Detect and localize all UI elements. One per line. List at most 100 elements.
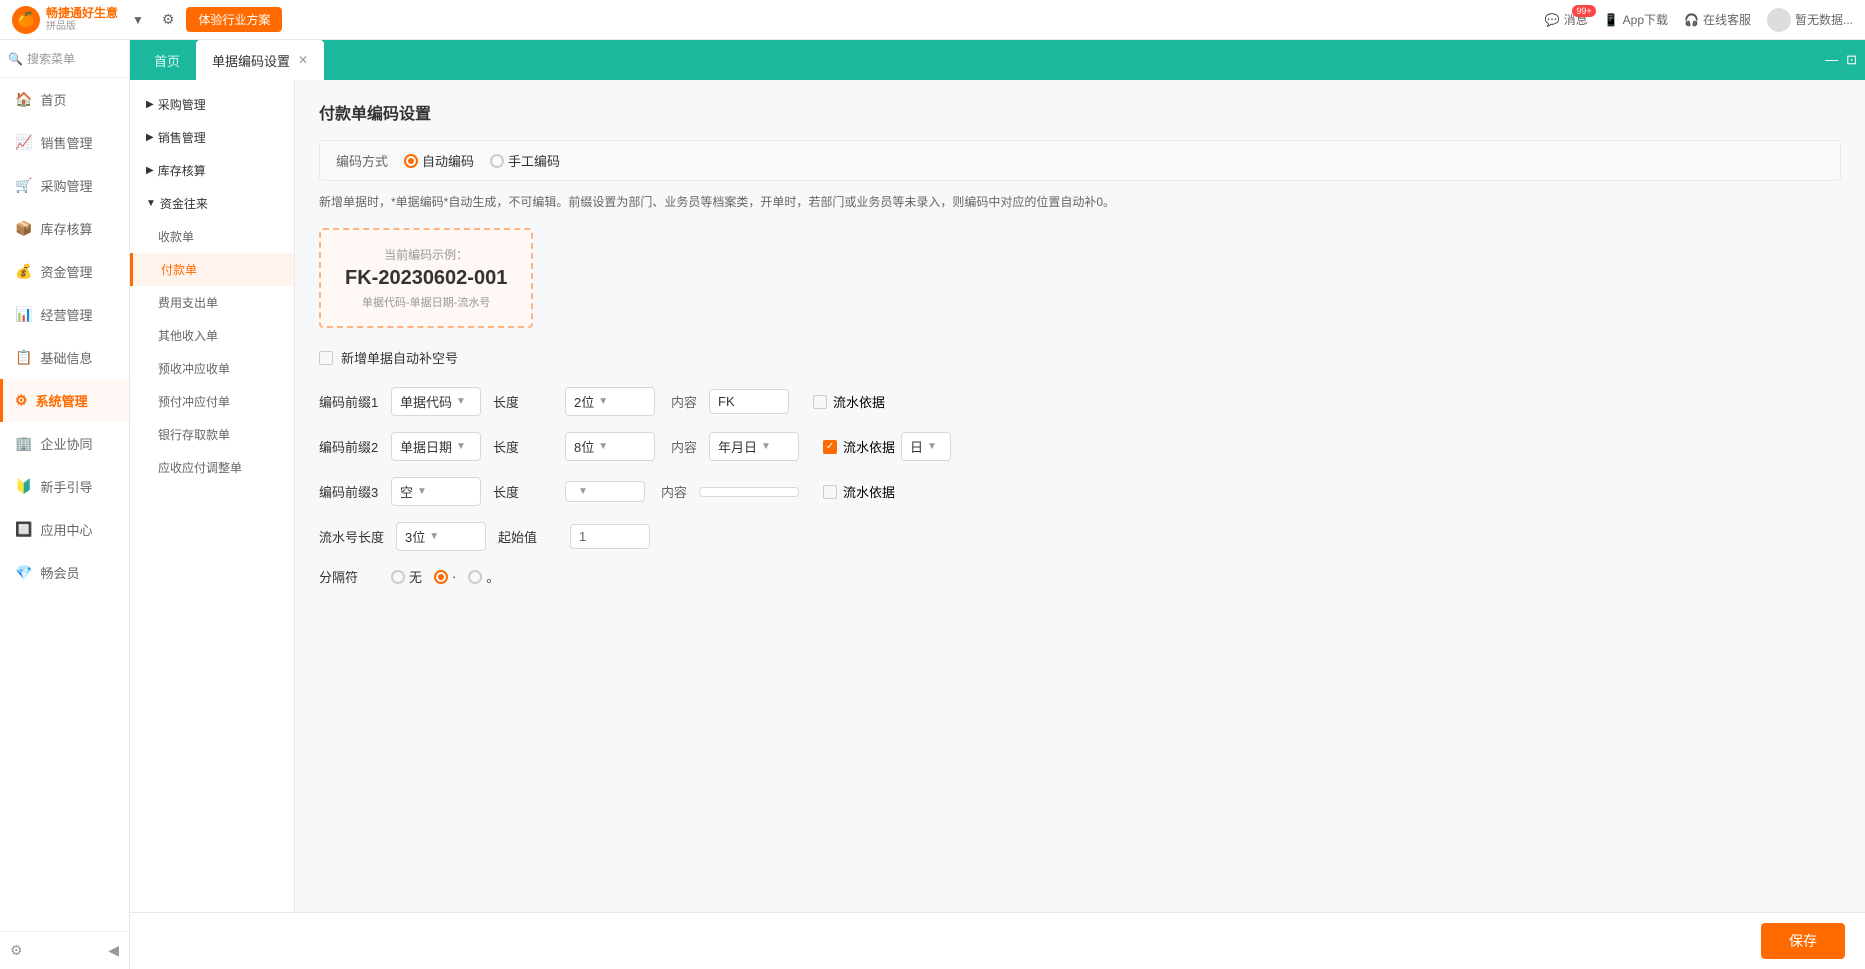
triangle-icon: ▶ bbox=[146, 132, 154, 143]
sec-expense[interactable]: 费用支出单 bbox=[130, 286, 294, 319]
start-input[interactable] bbox=[570, 524, 650, 549]
brand-text: 畅捷通好生意 拼品版 bbox=[46, 6, 118, 32]
save-button[interactable]: 保存 bbox=[1761, 923, 1845, 959]
tab-minimize-icon[interactable]: — bbox=[1825, 52, 1838, 68]
sep-none-option[interactable]: 无 bbox=[391, 567, 422, 586]
sidebar-settings-icon[interactable]: ⚙ bbox=[10, 942, 23, 959]
page-title: 付款单编码设置 bbox=[319, 100, 1841, 124]
tab-home[interactable]: 首页 bbox=[138, 40, 196, 80]
content2-select[interactable]: 年月日 ▼ bbox=[709, 432, 799, 461]
sidebar-item-purchase[interactable]: 🛒 采购管理 bbox=[0, 164, 129, 207]
auto-fill-checkbox[interactable] bbox=[319, 351, 333, 365]
serial2-label: 流水依据 bbox=[843, 437, 895, 456]
sep-dot-option[interactable]: 。 bbox=[468, 567, 499, 586]
sec-bank-deposit[interactable]: 银行存取款单 bbox=[130, 418, 294, 451]
prefix2-select[interactable]: 单据日期 ▼ bbox=[391, 432, 481, 461]
sec-purchase-mgmt[interactable]: ▶ 采购管理 bbox=[130, 88, 294, 121]
len3-arrow-icon: ▼ bbox=[578, 486, 588, 497]
content2-label: 内容 bbox=[671, 437, 697, 456]
serial3-group: 流水依据 bbox=[823, 482, 895, 501]
sidebar-collapse-icon[interactable]: ◀ bbox=[108, 942, 119, 959]
sec-other-income[interactable]: 其他收入单 bbox=[130, 319, 294, 352]
search-icon: 🔍 bbox=[8, 52, 23, 66]
sec-stock-mgmt[interactable]: ▶ 库存核算 bbox=[130, 154, 294, 187]
sidebar-item-inventory[interactable]: 📦 库存核算 bbox=[0, 207, 129, 250]
sidebar-item-apps[interactable]: 🔲 应用中心 bbox=[0, 508, 129, 551]
sidebar-item-operations[interactable]: 📊 经营管理 bbox=[0, 293, 129, 336]
sidebar-item-system[interactable]: ⚙ 系统管理 bbox=[0, 379, 129, 422]
serial2-period-select[interactable]: 日 ▼ bbox=[901, 432, 951, 461]
auto-encoding-option[interactable]: 自动编码 bbox=[404, 151, 474, 170]
sidebar: 🔍 搜索菜单 🏠 首页 📈 销售管理 🛒 采购管理 📦 库存核算 💰 bbox=[0, 40, 130, 969]
sec-receipt[interactable]: 收款单 bbox=[130, 220, 294, 253]
prefix1-arrow-icon: ▼ bbox=[456, 396, 466, 407]
tab-close-icon[interactable]: ✕ bbox=[298, 53, 308, 67]
len1-label: 长度 bbox=[493, 392, 553, 411]
secondary-sidebar: ▶ 采购管理 ▶ 销售管理 ▶ 库存核算 ▼ 资金往来 收款单 bbox=[130, 80, 295, 912]
sec-prepay-pay[interactable]: 预付冲应付单 bbox=[130, 385, 294, 418]
app-download-button[interactable]: 📱 App下载 bbox=[1604, 11, 1668, 28]
len2-label: 长度 bbox=[493, 437, 553, 456]
online-service-button[interactable]: 🎧 在线客服 bbox=[1684, 11, 1751, 28]
avatar bbox=[1767, 8, 1791, 32]
apps-icon: 🔲 bbox=[15, 521, 32, 538]
topbar-dropdown[interactable]: ▼ bbox=[126, 11, 150, 29]
topbar-nav: ▼ ⚙ 体验行业方案 bbox=[126, 7, 282, 32]
app-icon: 📱 bbox=[1604, 13, 1619, 27]
sec-prepay-recv[interactable]: 预收冲应收单 bbox=[130, 352, 294, 385]
sep-dash-option[interactable]: · bbox=[434, 569, 456, 584]
message-button[interactable]: 💬 消息 99+ bbox=[1545, 11, 1588, 28]
serial2-checkbox[interactable]: ✓ bbox=[823, 440, 837, 454]
brand: 🍊 畅捷通好生意 拼品版 bbox=[12, 6, 118, 34]
len1-select[interactable]: 2位 ▼ bbox=[565, 387, 655, 416]
topbar-gear-icon[interactable]: ⚙ bbox=[156, 9, 181, 30]
tab-maximize-icon[interactable]: ⊡ bbox=[1846, 52, 1857, 68]
prefix3-select[interactable]: 空 ▼ bbox=[391, 477, 481, 506]
auto-fill-label: 新增单据自动补空号 bbox=[341, 348, 458, 367]
len2-select[interactable]: 8位 ▼ bbox=[565, 432, 655, 461]
sales-icon: 📈 bbox=[15, 134, 32, 151]
encoding-method-row: 编码方式 自动编码 手工编码 bbox=[319, 140, 1841, 181]
content-area: 首页 单据编码设置 ✕ — ⊡ ▶ 采购管理 ▶ 销售管理 bbox=[130, 40, 1865, 969]
sidebar-item-coop[interactable]: 🏢 企业协同 bbox=[0, 422, 129, 465]
content1-display: FK bbox=[709, 389, 789, 414]
serial1-checkbox[interactable] bbox=[813, 395, 827, 409]
preview-label: 当前编码示例： bbox=[345, 246, 507, 263]
sep-dash-radio[interactable] bbox=[434, 570, 448, 584]
sep-none-radio[interactable] bbox=[391, 570, 405, 584]
sec-payment[interactable]: 付款单 bbox=[130, 253, 294, 286]
page-footer: 保存 bbox=[130, 912, 1865, 969]
sidebar-item-basic[interactable]: 📋 基础信息 bbox=[0, 336, 129, 379]
serial-len-select[interactable]: 3位 ▼ bbox=[396, 522, 486, 551]
content3-display bbox=[699, 487, 799, 497]
len3-select[interactable]: ▼ bbox=[565, 481, 645, 502]
preview-value: FK-20230602-001 bbox=[345, 267, 507, 290]
sidebar-search[interactable]: 🔍 搜索菜单 bbox=[0, 40, 129, 78]
sidebar-item-newguide[interactable]: 🔰 新手引导 bbox=[0, 465, 129, 508]
prefix3-arrow-icon: ▼ bbox=[417, 486, 427, 497]
sidebar-item-finance[interactable]: 💰 资金管理 bbox=[0, 250, 129, 293]
sidebar-item-member[interactable]: 💎 畅会员 bbox=[0, 551, 129, 594]
tab-encoding[interactable]: 单据编码设置 ✕ bbox=[196, 40, 324, 80]
sec-sales-mgmt[interactable]: ▶ 销售管理 bbox=[130, 121, 294, 154]
prefix1-select[interactable]: 单据代码 ▼ bbox=[391, 387, 481, 416]
start-label: 起始值 bbox=[498, 527, 558, 546]
sec-capital-mgmt[interactable]: ▼ 资金往来 bbox=[130, 187, 294, 220]
coop-icon: 🏢 bbox=[15, 435, 32, 452]
sec-recv-pay-adj[interactable]: 应收应付调整单 bbox=[130, 451, 294, 484]
sidebar-item-home[interactable]: 🏠 首页 bbox=[0, 78, 129, 121]
manual-encoding-option[interactable]: 手工编码 bbox=[490, 151, 560, 170]
content2-arrow-icon: ▼ bbox=[761, 441, 771, 452]
encoding-method-label: 编码方式 bbox=[336, 151, 388, 170]
auto-encoding-radio[interactable] bbox=[404, 154, 418, 168]
sidebar-item-sales[interactable]: 📈 销售管理 bbox=[0, 121, 129, 164]
sep-dot-radio[interactable] bbox=[468, 570, 482, 584]
topbar-left: 🍊 畅捷通好生意 拼品版 ▼ ⚙ 体验行业方案 bbox=[12, 6, 282, 34]
separator-row: 分隔符 无 · 。 bbox=[319, 567, 1841, 586]
service-icon: 🎧 bbox=[1684, 13, 1699, 27]
user-area[interactable]: 暂无数据... bbox=[1767, 8, 1853, 32]
message-icon: 💬 bbox=[1545, 13, 1560, 27]
topbar-cta-button[interactable]: 体验行业方案 bbox=[186, 7, 282, 32]
manual-encoding-radio[interactable] bbox=[490, 154, 504, 168]
serial3-checkbox[interactable] bbox=[823, 485, 837, 499]
